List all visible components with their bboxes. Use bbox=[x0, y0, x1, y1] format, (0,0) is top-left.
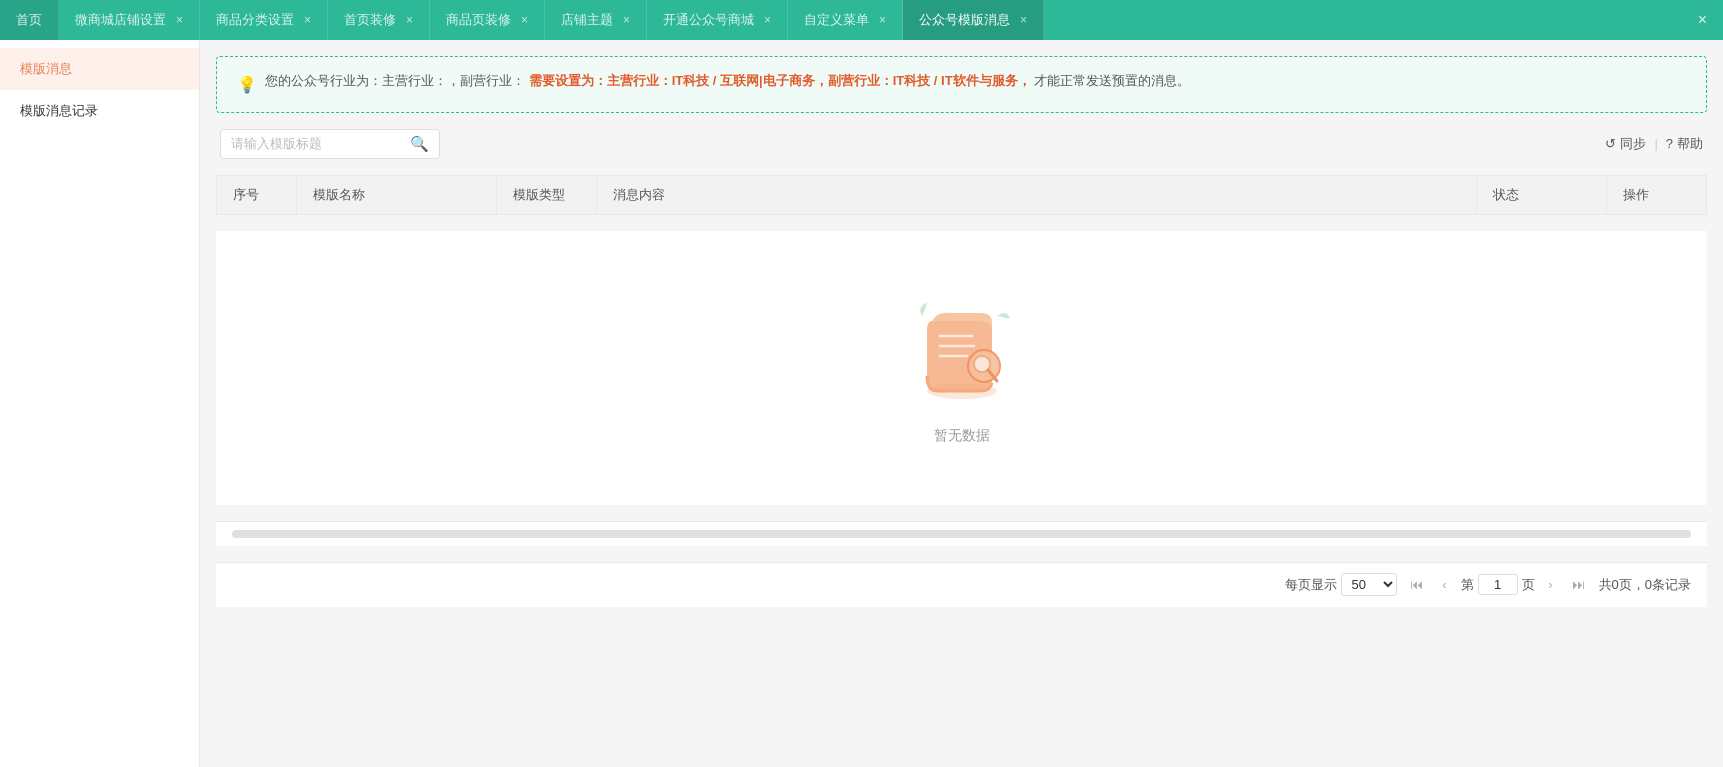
sidebar-item-template-msg-record[interactable]: 模版消息记录 bbox=[0, 90, 199, 132]
page-input-wrap: 第 页 bbox=[1461, 574, 1535, 595]
first-page-button[interactable]: ⏮ bbox=[1405, 573, 1429, 597]
tab-home-label: 首页 bbox=[16, 11, 42, 29]
tab-shop-theme-label: 店铺主题 bbox=[561, 11, 613, 29]
tab-home[interactable]: 首页 bbox=[0, 0, 59, 40]
toolbar: 🔍 ↺ 同步 | ? 帮助 bbox=[216, 129, 1707, 159]
notice-text: 您的公众号行业为：主营行业：，副营行业： 需要设置为：主营行业：IT科技 / 互… bbox=[265, 71, 1190, 92]
page-size-select: 每页显示 50 10 20 100 bbox=[1285, 573, 1397, 596]
tab-home-decor-close[interactable]: × bbox=[406, 13, 413, 27]
tab-product-page-decor[interactable]: 商品页装修 × bbox=[430, 0, 545, 40]
empty-text: 暂无数据 bbox=[934, 427, 990, 445]
tab-template-msg[interactable]: 公众号模版消息 × bbox=[903, 0, 1044, 40]
tab-home-decor[interactable]: 首页装修 × bbox=[328, 0, 430, 40]
page-di-label: 第 bbox=[1461, 576, 1474, 594]
tab-product-category[interactable]: 商品分类设置 × bbox=[200, 0, 328, 40]
tab-custom-menu-close[interactable]: × bbox=[879, 13, 886, 27]
search-box: 🔍 bbox=[220, 129, 440, 159]
next-page-button[interactable]: › bbox=[1539, 573, 1563, 597]
content-area: 💡 您的公众号行业为：主营行业：，副营行业： 需要设置为：主营行业：IT科技 /… bbox=[200, 40, 1723, 767]
page-label: 页 bbox=[1522, 576, 1535, 594]
col-action: 操作 bbox=[1607, 175, 1707, 214]
scrollbar-area bbox=[216, 521, 1707, 546]
tab-shop-theme[interactable]: 店铺主题 × bbox=[545, 0, 647, 40]
notice-icon: 💡 bbox=[237, 72, 257, 98]
sync-button[interactable]: ↺ 同步 bbox=[1605, 135, 1646, 153]
col-type: 模版类型 bbox=[497, 175, 597, 214]
page-number-input[interactable] bbox=[1478, 574, 1518, 595]
sidebar-item-template-msg[interactable]: 模版消息 bbox=[0, 48, 199, 90]
main-layout: 模版消息 模版消息记录 💡 您的公众号行业为：主营行业：，副营行业： 需要设置为… bbox=[0, 40, 1723, 767]
tab-custom-menu-label: 自定义菜单 bbox=[804, 11, 869, 29]
empty-state: 暂无数据 bbox=[216, 231, 1707, 505]
tab-wechat-shop-label: 微商城店铺设置 bbox=[75, 11, 166, 29]
prev-page-button[interactable]: ‹ bbox=[1433, 573, 1457, 597]
tab-home-decor-label: 首页装修 bbox=[344, 11, 396, 29]
per-page-label: 每页显示 bbox=[1285, 576, 1337, 594]
tab-open-mall[interactable]: 开通公众号商城 × bbox=[647, 0, 788, 40]
tab-custom-menu[interactable]: 自定义菜单 × bbox=[788, 0, 903, 40]
tab-bar-close-all[interactable]: × bbox=[1682, 11, 1723, 29]
table-header-row: 序号 模版名称 模版类型 消息内容 状态 操作 bbox=[217, 175, 1707, 214]
tab-open-mall-label: 开通公众号商城 bbox=[663, 11, 754, 29]
sync-icon: ↺ bbox=[1605, 136, 1616, 151]
tab-product-category-label: 商品分类设置 bbox=[216, 11, 294, 29]
tab-template-msg-label: 公众号模版消息 bbox=[919, 11, 1010, 29]
search-input[interactable] bbox=[231, 136, 404, 151]
tab-wechat-shop[interactable]: 微商城店铺设置 × bbox=[59, 0, 200, 40]
help-button[interactable]: ? 帮助 bbox=[1666, 135, 1703, 153]
last-page-button[interactable]: ⏭ bbox=[1567, 573, 1591, 597]
tab-product-page-decor-label: 商品页装修 bbox=[446, 11, 511, 29]
tab-wechat-shop-close[interactable]: × bbox=[176, 13, 183, 27]
total-text: 共0页，0条记录 bbox=[1599, 576, 1691, 594]
notice-box: 💡 您的公众号行业为：主营行业：，副营行业： 需要设置为：主营行业：IT科技 /… bbox=[216, 56, 1707, 113]
tab-bar: 首页 微商城店铺设置 × 商品分类设置 × 首页装修 × 商品页装修 × 店铺主… bbox=[0, 0, 1723, 40]
tab-product-category-close[interactable]: × bbox=[304, 13, 311, 27]
sidebar: 模版消息 模版消息记录 bbox=[0, 40, 200, 767]
empty-illustration bbox=[902, 291, 1022, 411]
tab-template-msg-close[interactable]: × bbox=[1020, 13, 1027, 27]
col-name: 模版名称 bbox=[297, 175, 497, 214]
scrollbar-track[interactable] bbox=[232, 530, 1691, 538]
col-content: 消息内容 bbox=[597, 175, 1477, 214]
tab-open-mall-close[interactable]: × bbox=[764, 13, 771, 27]
tab-shop-theme-close[interactable]: × bbox=[623, 13, 630, 27]
col-seq: 序号 bbox=[217, 175, 297, 214]
data-table: 序号 模版名称 模版类型 消息内容 状态 操作 bbox=[216, 175, 1707, 215]
search-icon[interactable]: 🔍 bbox=[410, 135, 429, 153]
page-size-dropdown[interactable]: 50 10 20 100 bbox=[1341, 573, 1397, 596]
help-icon: ? bbox=[1666, 136, 1673, 151]
toolbar-right: ↺ 同步 | ? 帮助 bbox=[1605, 135, 1703, 153]
tab-product-page-decor-close[interactable]: × bbox=[521, 13, 528, 27]
page-nav: ⏮ ‹ 第 页 › ⏭ bbox=[1405, 573, 1591, 597]
pagination-bar: 每页显示 50 10 20 100 ⏮ ‹ 第 页 › ⏭ 共0页， bbox=[216, 562, 1707, 607]
toolbar-divider: | bbox=[1654, 136, 1657, 151]
col-status: 状态 bbox=[1477, 175, 1607, 214]
